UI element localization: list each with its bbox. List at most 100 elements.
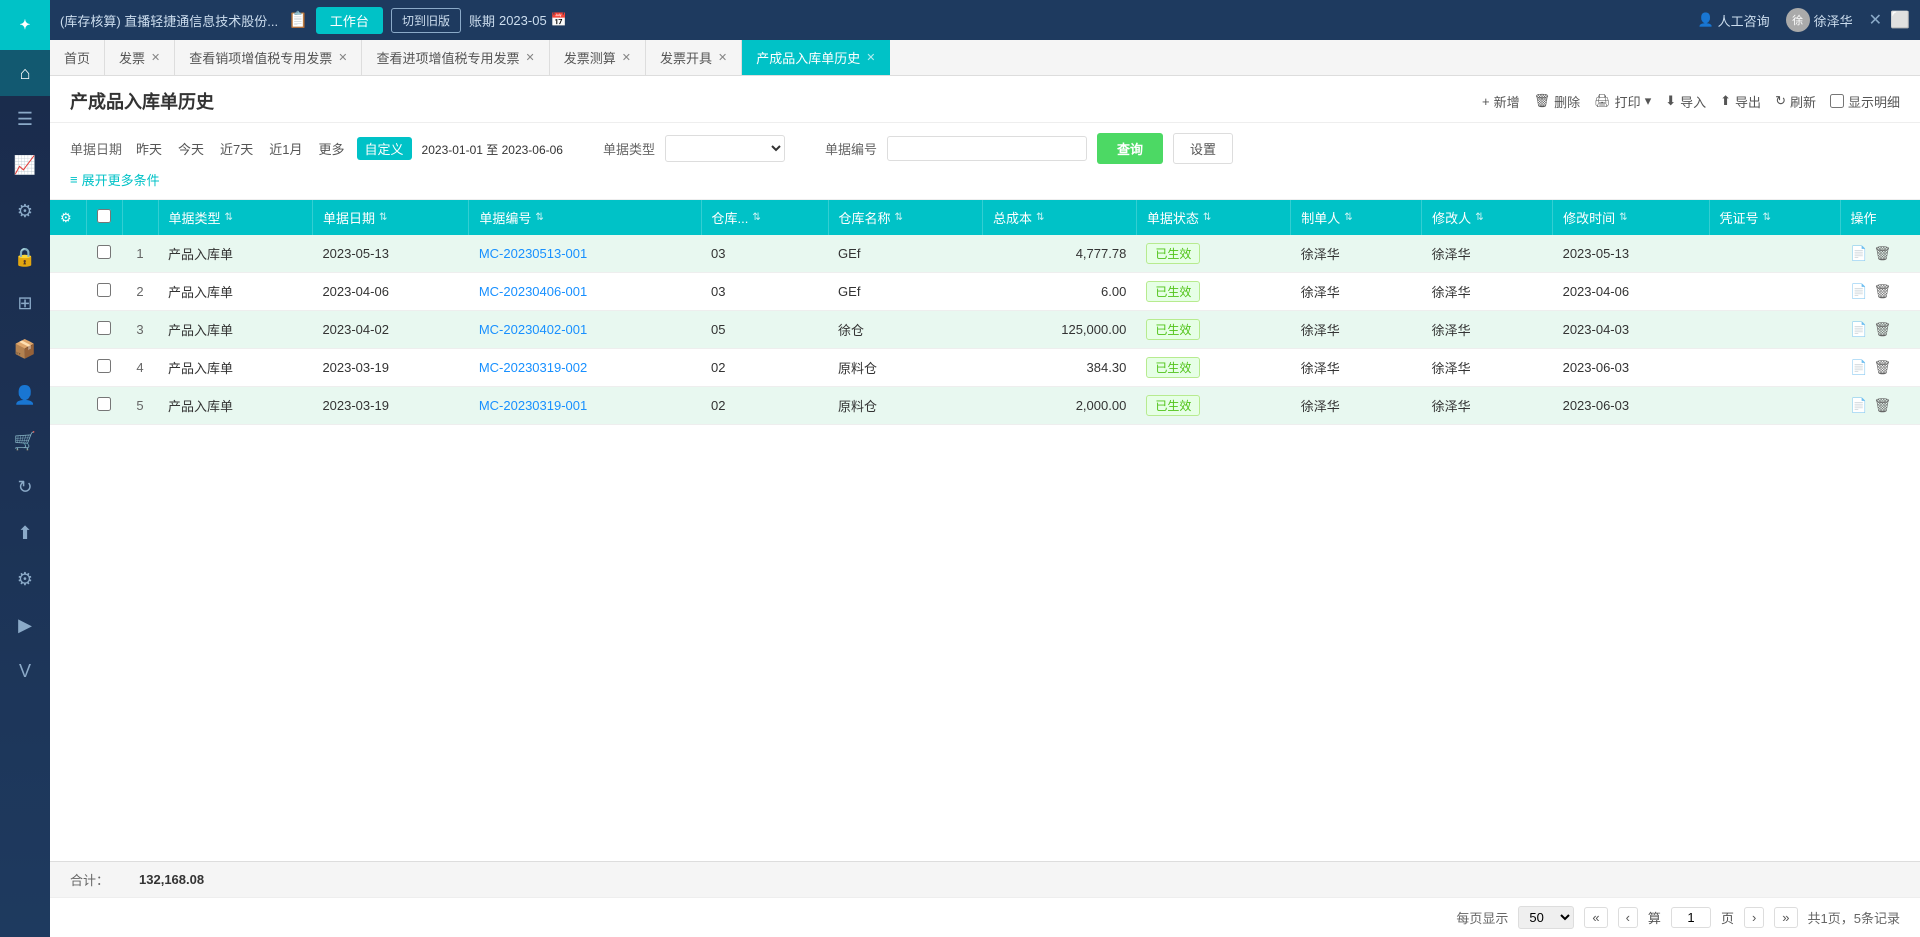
per-page-select[interactable]: 50 100 200 bbox=[1518, 906, 1574, 929]
row-number-4[interactable]: MC-20230319-001 bbox=[469, 387, 701, 425]
row-select-3[interactable] bbox=[97, 359, 111, 373]
sidebar-item-box[interactable]: 📦 bbox=[0, 326, 50, 372]
select-all-checkbox[interactable] bbox=[97, 209, 111, 223]
row-number-2[interactable]: MC-20230402-001 bbox=[469, 311, 701, 349]
shortcut-today[interactable]: 今天 bbox=[174, 137, 208, 160]
tab-sales-invoice[interactable]: 查看销项增值税专用发票 ✕ bbox=[175, 40, 362, 75]
tab-invoice-calc[interactable]: 发票测算 ✕ bbox=[550, 40, 646, 75]
shortcut-custom[interactable]: 自定义 bbox=[357, 137, 412, 160]
th-modifier[interactable]: 修改人⇅ bbox=[1422, 200, 1553, 235]
row-checkbox-3[interactable] bbox=[86, 349, 122, 387]
tab-invoice-open-close[interactable]: ✕ bbox=[718, 51, 727, 64]
row-select-0[interactable] bbox=[97, 245, 111, 259]
sidebar-item-lock[interactable]: 🔒 bbox=[0, 234, 50, 280]
th-creator[interactable]: 制单人⇅ bbox=[1291, 200, 1422, 235]
page-number-input[interactable] bbox=[1671, 907, 1711, 928]
row-number-1[interactable]: MC-20230406-001 bbox=[469, 273, 701, 311]
sidebar-item-refresh[interactable]: ↻ bbox=[0, 464, 50, 510]
tab-invoice[interactable]: 发票 ✕ bbox=[105, 40, 175, 75]
tab-product-history[interactable]: 产成品入库单历史 ✕ bbox=[742, 40, 890, 75]
row-checkbox-4[interactable] bbox=[86, 387, 122, 425]
tab-sales-invoice-close[interactable]: ✕ bbox=[338, 51, 347, 64]
sidebar-item-upload[interactable]: ⬆ bbox=[0, 510, 50, 556]
row-number-link-1[interactable]: MC-20230406-001 bbox=[479, 284, 587, 299]
row-number-link-2[interactable]: MC-20230402-001 bbox=[479, 322, 587, 337]
last-page-button[interactable]: » bbox=[1774, 907, 1797, 928]
shortcut-more[interactable]: 更多 bbox=[315, 137, 349, 160]
next-page-button[interactable]: › bbox=[1744, 907, 1764, 928]
show-detail-checkbox[interactable] bbox=[1830, 94, 1844, 108]
row-edit-icon-2[interactable]: 📄 bbox=[1850, 321, 1867, 338]
first-page-button[interactable]: « bbox=[1584, 907, 1607, 928]
row-checkbox-0[interactable] bbox=[86, 235, 122, 273]
row-delete-icon-1[interactable]: 🗑 bbox=[1873, 283, 1891, 300]
shortcut-7days[interactable]: 近7天 bbox=[216, 137, 257, 160]
row-select-2[interactable] bbox=[97, 321, 111, 335]
row-delete-icon-2[interactable]: 🗑 bbox=[1873, 321, 1891, 338]
export-button[interactable]: ⬆ 导出 bbox=[1720, 92, 1761, 111]
th-status[interactable]: 单据状态⇅ bbox=[1136, 200, 1290, 235]
tab-product-history-close[interactable]: ✕ bbox=[866, 51, 875, 64]
shortcut-yesterday[interactable]: 昨天 bbox=[132, 137, 166, 160]
switch-old-button[interactable]: 切到旧版 bbox=[391, 8, 461, 33]
row-checkbox-2[interactable] bbox=[86, 311, 122, 349]
close-window-button[interactable]: ✕ bbox=[1869, 10, 1882, 30]
sidebar-item-grid[interactable]: ⊞ bbox=[0, 280, 50, 326]
sidebar-item-document[interactable]: ☰ bbox=[0, 96, 50, 142]
row-edit-icon-0[interactable]: 📄 bbox=[1850, 245, 1867, 262]
row-delete-icon-4[interactable]: 🗑 bbox=[1873, 397, 1891, 414]
maximize-window-button[interactable]: ⬜ bbox=[1890, 10, 1910, 30]
workbench-button[interactable]: 工作台 bbox=[316, 7, 383, 34]
th-total-cost[interactable]: 总成本⇅ bbox=[982, 200, 1136, 235]
row-number-link-0[interactable]: MC-20230513-001 bbox=[479, 246, 587, 261]
tab-invoice-open[interactable]: 发票开具 ✕ bbox=[646, 40, 742, 75]
tab-home[interactable]: 首页 bbox=[50, 40, 105, 75]
row-select-1[interactable] bbox=[97, 283, 111, 297]
sidebar-item-chart[interactable]: 📈 bbox=[0, 142, 50, 188]
row-checkbox-1[interactable] bbox=[86, 273, 122, 311]
row-select-4[interactable] bbox=[97, 397, 111, 411]
print-button[interactable]: 🖨 打印 ▾ bbox=[1594, 92, 1651, 111]
query-button[interactable]: 查询 bbox=[1097, 133, 1163, 164]
row-delete-icon-3[interactable]: 🗑 bbox=[1873, 359, 1891, 376]
th-settings[interactable]: ⚙ bbox=[50, 200, 86, 235]
number-filter-input[interactable] bbox=[887, 136, 1087, 161]
company-selector[interactable]: (库存核算) 直播轻捷通信息技术股份... ▾ bbox=[60, 11, 280, 30]
sidebar-item-v[interactable]: V bbox=[0, 648, 50, 694]
sidebar-item-gear2[interactable]: ⚙ bbox=[0, 556, 50, 602]
tab-purchase-invoice[interactable]: 查看进项增值税专用发票 ✕ bbox=[362, 40, 549, 75]
import-button[interactable]: ⬇ 导入 bbox=[1665, 92, 1706, 111]
delete-button[interactable]: 🗑 删除 bbox=[1534, 92, 1581, 111]
row-edit-icon-3[interactable]: 📄 bbox=[1850, 359, 1867, 376]
th-date[interactable]: 单据日期⇅ bbox=[312, 200, 468, 235]
help-button[interactable]: 👤 人工咨询 bbox=[1697, 11, 1769, 30]
th-type[interactable]: 单据类型⇅ bbox=[158, 200, 312, 235]
tab-invoice-close[interactable]: ✕ bbox=[151, 51, 160, 64]
row-number-0[interactable]: MC-20230513-001 bbox=[469, 235, 701, 273]
shortcut-1month[interactable]: 近1月 bbox=[265, 137, 306, 160]
tab-invoice-calc-close[interactable]: ✕ bbox=[622, 51, 631, 64]
row-edit-icon-4[interactable]: 📄 bbox=[1850, 397, 1867, 414]
refresh-button[interactable]: ↻ 刷新 bbox=[1775, 92, 1816, 111]
sidebar-item-settings[interactable]: ⚙ bbox=[0, 188, 50, 234]
row-number-link-4[interactable]: MC-20230319-001 bbox=[479, 398, 587, 413]
row-delete-icon-0[interactable]: 🗑 bbox=[1873, 245, 1891, 262]
th-modify-time[interactable]: 修改时间⇅ bbox=[1553, 200, 1709, 235]
new-button[interactable]: + 新增 bbox=[1482, 92, 1520, 111]
th-warehouse-name[interactable]: 仓库名称⇅ bbox=[828, 200, 982, 235]
sidebar-item-cart[interactable]: 🛒 bbox=[0, 418, 50, 464]
type-filter-select[interactable] bbox=[665, 135, 785, 162]
th-checkbox[interactable] bbox=[86, 200, 122, 235]
tab-purchase-invoice-close[interactable]: ✕ bbox=[526, 51, 535, 64]
th-voucher[interactable]: 凭证号⇅ bbox=[1709, 200, 1840, 235]
th-warehouse-code[interactable]: 仓库...⇅ bbox=[701, 200, 828, 235]
sidebar-item-play[interactable]: ▶ bbox=[0, 602, 50, 648]
expand-more-button[interactable]: ≡ 展开更多条件 bbox=[70, 170, 1900, 189]
show-detail-toggle[interactable]: 显示明细 bbox=[1830, 92, 1900, 111]
row-number-link-3[interactable]: MC-20230319-002 bbox=[479, 360, 587, 375]
sidebar-item-home[interactable]: ⌂ bbox=[0, 50, 50, 96]
prev-page-button[interactable]: ‹ bbox=[1618, 907, 1638, 928]
user-menu[interactable]: 徐 徐泽华 bbox=[1786, 8, 1853, 32]
setting-button[interactable]: 设置 bbox=[1173, 133, 1233, 164]
th-number[interactable]: 单据编号⇅ bbox=[469, 200, 701, 235]
